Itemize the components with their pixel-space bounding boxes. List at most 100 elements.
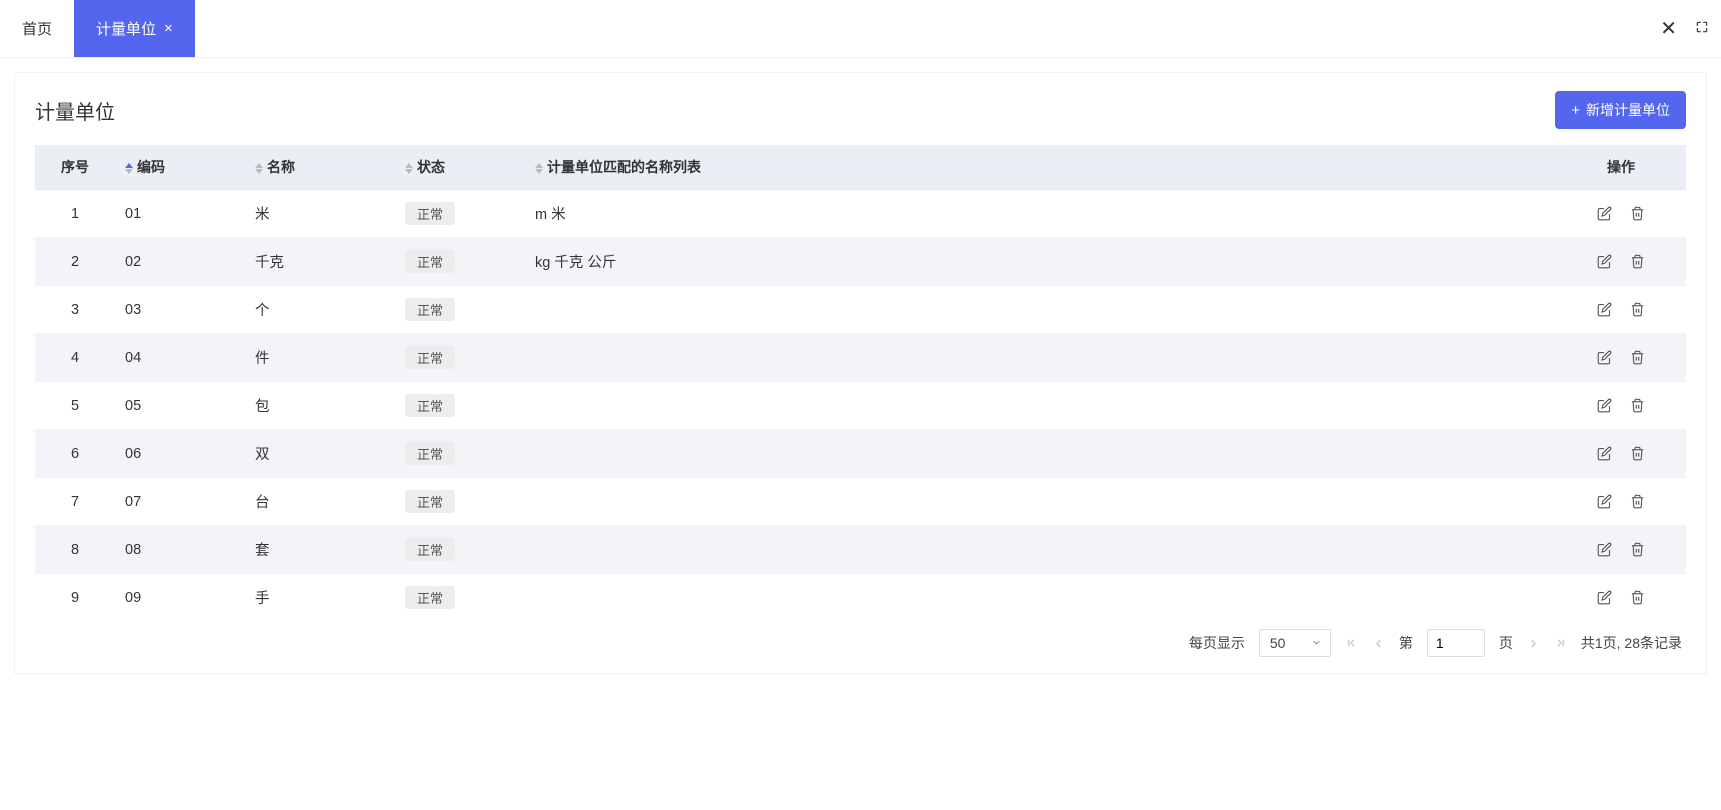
cell-code: 06: [115, 430, 245, 478]
per-page-select[interactable]: 50: [1259, 629, 1331, 657]
cell-ops: [1556, 430, 1686, 478]
cell-status: 正常: [395, 238, 525, 286]
cell-ops: [1556, 334, 1686, 382]
cell-code: 02: [115, 238, 245, 286]
th-index: 序号: [35, 145, 115, 190]
prev-page-button[interactable]: [1372, 637, 1385, 650]
delete-icon[interactable]: [1630, 302, 1645, 317]
cell-index: 3: [35, 286, 115, 334]
cell-index: 5: [35, 382, 115, 430]
status-badge: 正常: [405, 442, 455, 465]
cell-match: [525, 382, 1556, 430]
cell-name: 个: [245, 286, 395, 334]
th-ops: 操作: [1556, 145, 1686, 190]
edit-icon[interactable]: [1597, 206, 1612, 221]
page-input[interactable]: [1427, 629, 1485, 657]
edit-icon[interactable]: [1597, 398, 1612, 413]
edit-icon[interactable]: [1597, 350, 1612, 365]
per-page-value: 50: [1270, 635, 1286, 651]
cell-status: 正常: [395, 430, 525, 478]
cell-ops: [1556, 478, 1686, 526]
cell-ops: [1556, 238, 1686, 286]
cell-ops: [1556, 382, 1686, 430]
panel: 计量单位 + 新增计量单位 序号 编码 名称 状态: [14, 72, 1707, 674]
cell-status: 正常: [395, 334, 525, 382]
sort-icon: [535, 163, 543, 174]
cell-match: [525, 430, 1556, 478]
sort-icon: [255, 163, 263, 174]
edit-icon[interactable]: [1597, 254, 1612, 269]
cell-index: 4: [35, 334, 115, 382]
table-row: 505包正常: [35, 382, 1686, 430]
cell-code: 05: [115, 382, 245, 430]
status-badge: 正常: [405, 250, 455, 273]
cell-name: 米: [245, 190, 395, 238]
table-row: 707台正常: [35, 478, 1686, 526]
cell-match: [525, 334, 1556, 382]
th-index-label: 序号: [61, 159, 89, 175]
status-badge: 正常: [405, 346, 455, 369]
th-name-label: 名称: [267, 159, 295, 175]
delete-icon[interactable]: [1630, 254, 1645, 269]
delete-icon[interactable]: [1630, 542, 1645, 557]
table-row: 404件正常: [35, 334, 1686, 382]
first-page-button[interactable]: [1345, 637, 1358, 650]
th-match[interactable]: 计量单位匹配的名称列表: [525, 145, 1556, 190]
delete-icon[interactable]: [1630, 206, 1645, 221]
table-container: 序号 编码 名称 状态 计量单位匹配的名称列表 操作 101米正常m 米202千…: [35, 145, 1686, 615]
cell-match: [525, 286, 1556, 334]
cell-code: 04: [115, 334, 245, 382]
th-status-label: 状态: [417, 159, 445, 175]
cell-status: 正常: [395, 190, 525, 238]
cell-index: 6: [35, 430, 115, 478]
edit-icon[interactable]: [1597, 494, 1612, 509]
last-page-button[interactable]: [1554, 637, 1567, 650]
cell-name: 包: [245, 382, 395, 430]
delete-icon[interactable]: [1630, 446, 1645, 461]
table-row: 909手正常: [35, 574, 1686, 616]
th-code[interactable]: 编码: [115, 145, 245, 190]
close-icon[interactable]: ×: [164, 20, 173, 37]
cell-name: 套: [245, 526, 395, 574]
table-row: 101米正常m 米: [35, 190, 1686, 238]
tab-active[interactable]: 计量单位 ×: [74, 0, 195, 57]
close-all-icon[interactable]: ✕: [1660, 16, 1677, 41]
cell-index: 1: [35, 190, 115, 238]
cell-status: 正常: [395, 574, 525, 616]
cell-index: 8: [35, 526, 115, 574]
th-code-label: 编码: [137, 159, 165, 175]
sort-icon: [125, 163, 133, 174]
delete-icon[interactable]: [1630, 398, 1645, 413]
unit-table: 序号 编码 名称 状态 计量单位匹配的名称列表 操作 101米正常m 米202千…: [35, 145, 1686, 615]
cell-status: 正常: [395, 526, 525, 574]
next-page-button[interactable]: [1527, 637, 1540, 650]
cell-index: 7: [35, 478, 115, 526]
cell-name: 手: [245, 574, 395, 616]
delete-icon[interactable]: [1630, 494, 1645, 509]
cell-match: m 米: [525, 190, 1556, 238]
pagination-summary: 共1页, 28条记录: [1581, 633, 1682, 653]
th-match-label: 计量单位匹配的名称列表: [547, 159, 701, 175]
page-prefix: 第: [1399, 633, 1413, 653]
tab-home[interactable]: 首页: [0, 0, 74, 57]
cell-name: 双: [245, 430, 395, 478]
cell-status: 正常: [395, 478, 525, 526]
cell-match: [525, 574, 1556, 616]
delete-icon[interactable]: [1630, 590, 1645, 605]
tab-active-label: 计量单位: [96, 18, 156, 39]
fullscreen-icon[interactable]: [1695, 20, 1709, 37]
edit-icon[interactable]: [1597, 446, 1612, 461]
edit-icon[interactable]: [1597, 302, 1612, 317]
edit-icon[interactable]: [1597, 542, 1612, 557]
table-scroll[interactable]: 序号 编码 名称 状态 计量单位匹配的名称列表 操作 101米正常m 米202千…: [35, 145, 1686, 615]
cell-code: 01: [115, 190, 245, 238]
cell-status: 正常: [395, 286, 525, 334]
page-suffix: 页: [1499, 633, 1513, 653]
plus-icon: +: [1571, 102, 1580, 119]
th-name[interactable]: 名称: [245, 145, 395, 190]
th-status[interactable]: 状态: [395, 145, 525, 190]
add-unit-button[interactable]: + 新增计量单位: [1555, 91, 1686, 129]
edit-icon[interactable]: [1597, 590, 1612, 605]
delete-icon[interactable]: [1630, 350, 1645, 365]
table-row: 606双正常: [35, 430, 1686, 478]
